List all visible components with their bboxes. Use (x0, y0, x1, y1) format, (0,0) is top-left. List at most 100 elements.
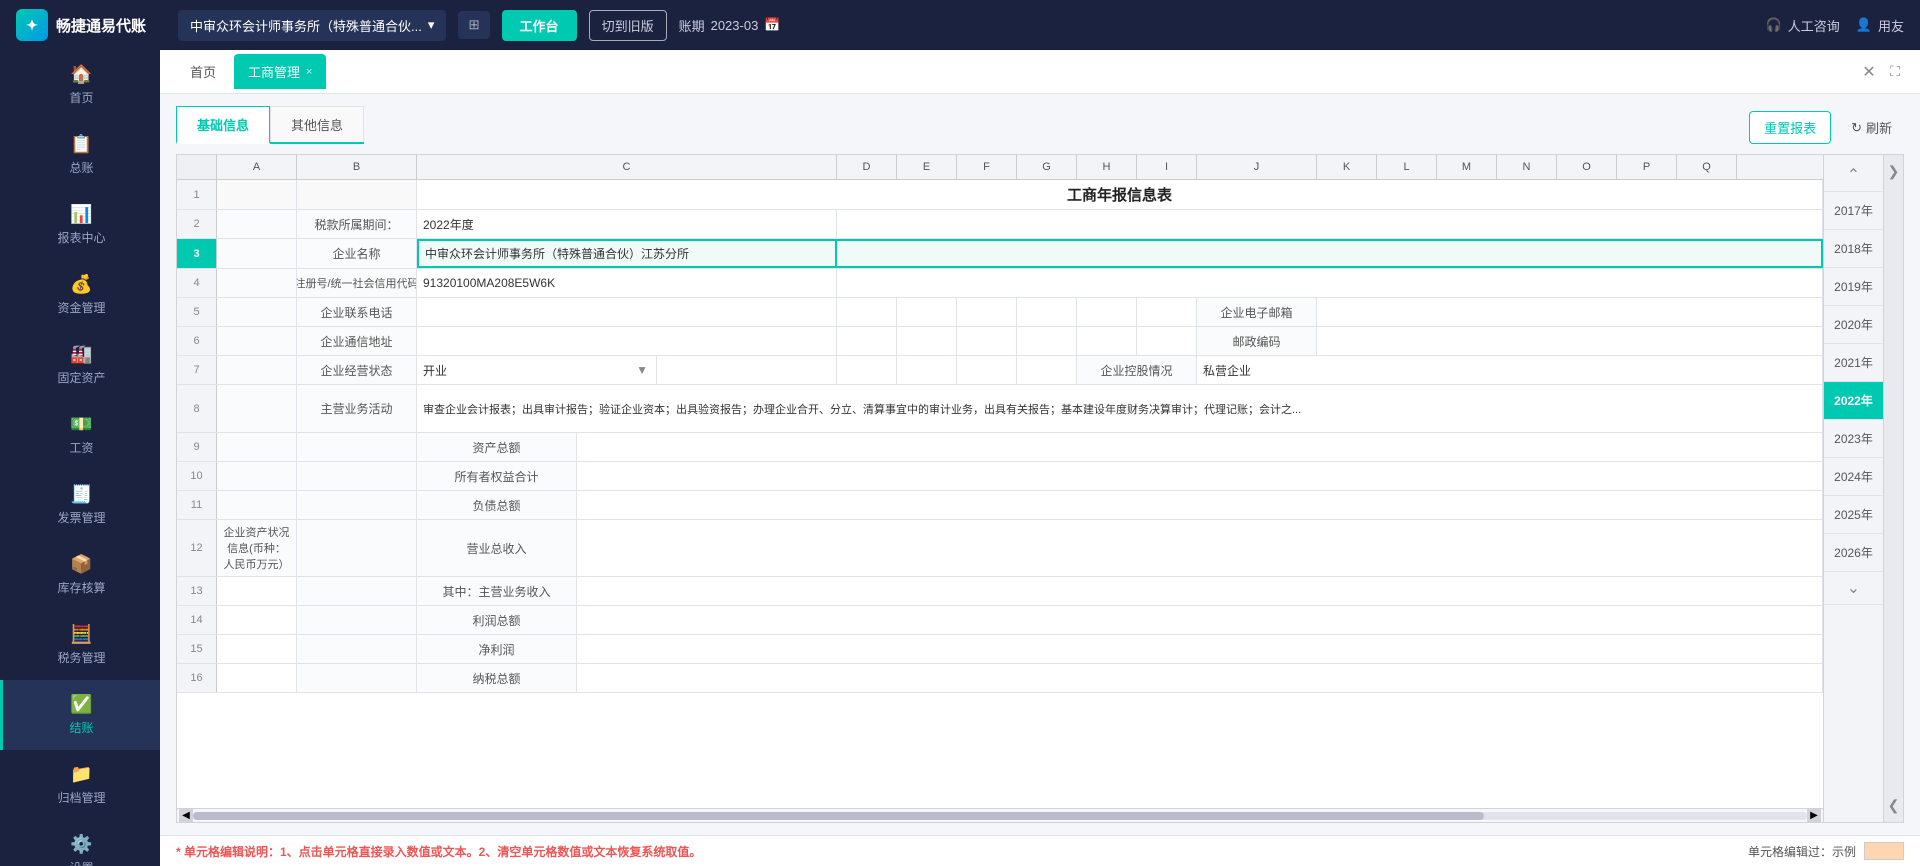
cell-11b[interactable] (297, 491, 417, 519)
workbench-button[interactable]: 工作台 (502, 10, 577, 41)
year-nav-down[interactable]: ⌄ (1824, 572, 1883, 605)
sub-tab-basic[interactable]: 基础信息 (176, 106, 270, 144)
cell-5e[interactable] (897, 298, 957, 326)
reset-report-button[interactable]: 重置报表 (1749, 111, 1831, 144)
cell-13c[interactable]: 其中：主营业务收入 (417, 577, 577, 605)
cell-4-rest[interactable] (837, 269, 1823, 297)
sidebar-item-settings[interactable]: ⚙️ 设置 (0, 820, 160, 866)
cell-16-value[interactable] (577, 664, 1823, 692)
cell-11-value[interactable] (577, 491, 1823, 519)
cell-8b[interactable]: 主营业务活动 (297, 385, 417, 432)
cell-15-value[interactable] (577, 635, 1823, 663)
cell-12-value[interactable] (577, 520, 1823, 576)
cell-2-rest[interactable] (837, 210, 1823, 238)
cell-3c-company-name[interactable]: 中审众环会计师事务所（特殊普通合伙）江苏分所 (417, 239, 837, 268)
year-item-2019[interactable]: 2019年 (1824, 268, 1883, 306)
cell-16b[interactable] (297, 664, 417, 692)
sidebar-item-invoice[interactable]: 🧾 发票管理 (0, 470, 160, 540)
year-item-2018[interactable]: 2018年 (1824, 230, 1883, 268)
sidebar-item-finance[interactable]: 💰 资金管理 (0, 260, 160, 330)
scroll-right-arrow[interactable]: ▶ (1807, 809, 1821, 823)
tab-business[interactable]: 工商管理 × (234, 54, 326, 89)
cell-10c[interactable]: 所有者权益合计 (417, 462, 577, 490)
cell-7h[interactable] (1017, 356, 1077, 384)
cell-7j[interactable]: 企业控股情况 (1077, 356, 1197, 384)
cell-3-rest[interactable] (837, 239, 1823, 268)
cell-7d[interactable] (657, 356, 837, 384)
company-selector[interactable]: 中审众环会计师事务所（特殊普通合伙... ▾ (178, 10, 446, 41)
year-item-2024[interactable]: 2024年 (1824, 458, 1883, 496)
sidebar-item-close[interactable]: ✅ 结账 (0, 680, 160, 750)
cell-7-ownership[interactable]: 私营企业 (1197, 356, 1823, 384)
cell-14a[interactable] (217, 606, 297, 634)
cell-11c[interactable]: 负债总额 (417, 491, 577, 519)
panel-collapse-icon[interactable]: ❯ (1888, 163, 1900, 180)
calendar-icon[interactable]: 📅 (764, 17, 780, 33)
window-close-icon[interactable]: ✕ (1860, 63, 1878, 81)
user-menu[interactable]: 👤 用友 (1856, 16, 1904, 35)
cell-10-value[interactable] (577, 462, 1823, 490)
sidebar-item-ledger[interactable]: 📋 总账 (0, 120, 160, 190)
sidebar-item-tax[interactable]: 🧮 税务管理 (0, 610, 160, 680)
tab-home[interactable]: 首页 (176, 54, 230, 89)
cell-13-value[interactable] (577, 577, 1823, 605)
cell-6b[interactable]: 企业通信地址 (297, 327, 417, 355)
cell-12b[interactable] (297, 520, 417, 576)
sidebar-item-archive[interactable]: 📁 归档管理 (0, 750, 160, 820)
sidebar-item-assets[interactable]: 🏭 固定资产 (0, 330, 160, 400)
cell-6f[interactable] (957, 327, 1017, 355)
cell-5f[interactable] (957, 298, 1017, 326)
cell-6h[interactable] (1077, 327, 1137, 355)
scroll-track[interactable] (193, 812, 1807, 820)
cell-4c[interactable]: 91320100MA208E5W6K (417, 269, 837, 297)
year-item-2025[interactable]: 2025年 (1824, 496, 1883, 534)
cell-6e[interactable] (897, 327, 957, 355)
cell-1-title[interactable]: 工商年报信息表 (417, 180, 1823, 209)
year-item-2026[interactable]: 2026年 (1824, 534, 1883, 572)
cell-6j[interactable]: 邮政编码 (1197, 327, 1317, 355)
sidebar-item-reports[interactable]: 📊 报表中心 (0, 190, 160, 260)
cell-14b[interactable] (297, 606, 417, 634)
cell-8a[interactable] (217, 385, 297, 432)
cell-6a[interactable] (217, 327, 297, 355)
year-item-2023[interactable]: 2023年 (1824, 420, 1883, 458)
scroll-left-arrow[interactable]: ◀ (179, 809, 193, 823)
year-item-2022[interactable]: 2022年 (1824, 382, 1883, 420)
year-item-2021[interactable]: 2021年 (1824, 344, 1883, 382)
cell-10a[interactable] (217, 462, 297, 490)
cell-5j[interactable]: 企业电子邮箱 (1197, 298, 1317, 326)
cell-6-rest[interactable] (1317, 327, 1823, 355)
cell-5i[interactable] (1137, 298, 1197, 326)
year-item-2017[interactable]: 2017年 (1824, 192, 1883, 230)
cell-15b[interactable] (297, 635, 417, 663)
cell-12a[interactable]: 企业资产状况信息(币种：人民币万元） (217, 520, 297, 576)
window-expand-icon[interactable]: ⛶ (1886, 63, 1904, 81)
cell-3b[interactable]: 企业名称 (297, 239, 417, 268)
cell-7a[interactable] (217, 356, 297, 384)
cell-7c[interactable]: 开业 ▼ (417, 356, 657, 384)
cell-9a[interactable] (217, 433, 297, 461)
cell-8c[interactable]: 审查企业会计报表；出具审计报告；验证企业资本；出具验资报告；办理企业合开、分立、… (417, 385, 1823, 432)
cell-2a[interactable] (217, 210, 297, 238)
cell-4b[interactable]: 注册号/统一社会信用代码 (297, 269, 417, 297)
cell-5-rest[interactable] (1317, 298, 1823, 326)
cell-5a[interactable] (217, 298, 297, 326)
cell-6c[interactable] (417, 327, 837, 355)
sidebar-item-inventory[interactable]: 📦 库存核算 (0, 540, 160, 610)
cell-5b[interactable]: 企业联系电话 (297, 298, 417, 326)
cell-13a[interactable] (217, 577, 297, 605)
cell-15c[interactable]: 净利润 (417, 635, 577, 663)
sidebar-item-home[interactable]: 🏠 首页 (0, 50, 160, 120)
cell-6d[interactable] (837, 327, 897, 355)
scroll-thumb[interactable] (193, 812, 1484, 820)
cell-11a[interactable] (217, 491, 297, 519)
cell-9-value[interactable] (577, 433, 1823, 461)
cell-7g[interactable] (957, 356, 1017, 384)
cell-5g[interactable] (1017, 298, 1077, 326)
horizontal-scrollbar[interactable]: ◀ ▶ (177, 808, 1823, 822)
cell-10b[interactable] (297, 462, 417, 490)
cell-9b[interactable] (297, 433, 417, 461)
cell-5h[interactable] (1077, 298, 1137, 326)
cell-14-value[interactable] (577, 606, 1823, 634)
cell-1b[interactable] (297, 180, 417, 209)
